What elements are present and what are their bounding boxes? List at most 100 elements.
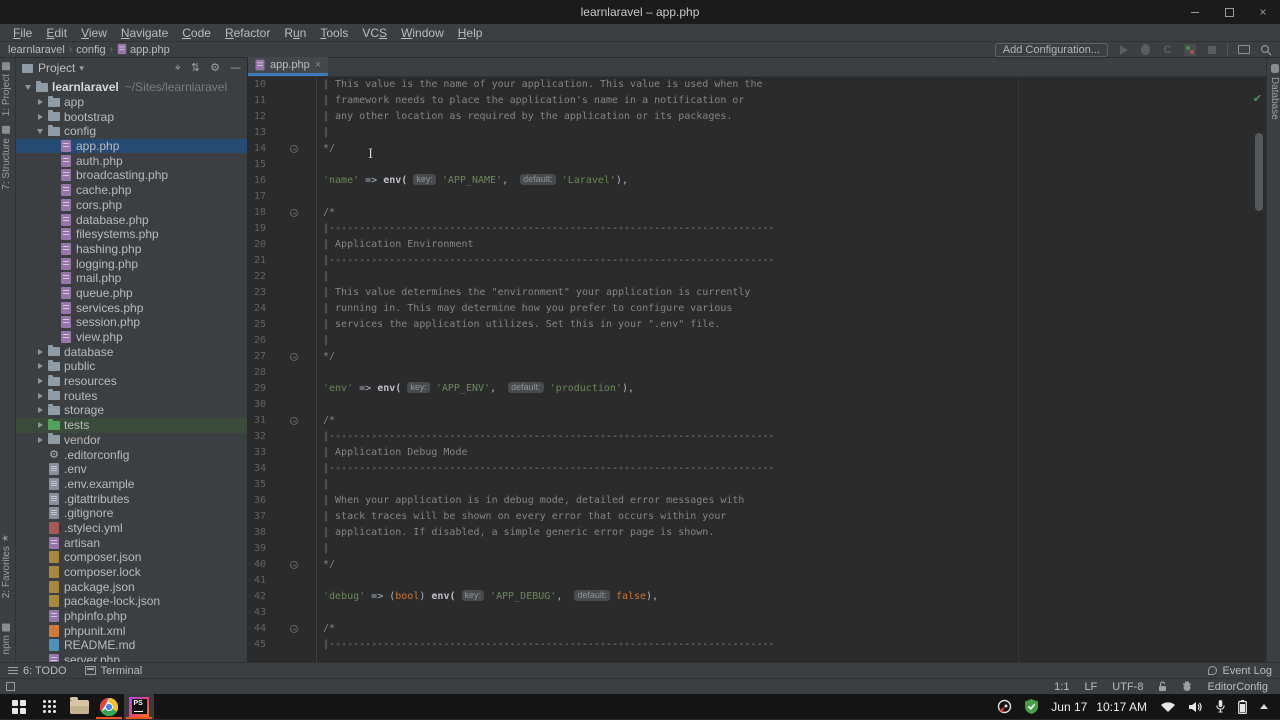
- fold-marker-icon[interactable]: [290, 560, 298, 569]
- tab-app-php[interactable]: app.php ×: [248, 57, 329, 76]
- fold-marker-icon[interactable]: [290, 352, 298, 361]
- debug-icon[interactable]: [1139, 43, 1152, 56]
- event-log-button[interactable]: Event Log: [1208, 665, 1272, 677]
- chevron-down-icon[interactable]: [22, 84, 34, 90]
- stop-icon[interactable]: [1205, 43, 1218, 56]
- menu-tools[interactable]: Tools: [313, 26, 355, 40]
- recorder-tray-icon[interactable]: [997, 699, 1012, 714]
- tree-item-database-php[interactable]: database.php: [16, 212, 247, 227]
- breadcrumb-item[interactable]: learnlaravel: [8, 44, 65, 56]
- chevron-right-icon[interactable]: [34, 407, 46, 414]
- terminal-window-icon[interactable]: [1237, 43, 1250, 56]
- wifi-icon[interactable]: [1160, 701, 1176, 713]
- chrome-button[interactable]: [94, 694, 124, 719]
- hide-panel-icon[interactable]: —: [230, 61, 241, 75]
- tab-todo[interactable]: 6: TODO: [8, 665, 67, 677]
- chevron-down-icon[interactable]: [34, 128, 46, 134]
- minimize-button[interactable]: [1188, 5, 1202, 19]
- inspections-profile-icon[interactable]: [1182, 681, 1192, 692]
- chevron-right-icon[interactable]: [34, 113, 46, 120]
- chevron-right-icon[interactable]: [34, 348, 46, 355]
- tree-item--editorconfig[interactable]: ⚙ .editorconfig: [16, 447, 247, 462]
- tree-item-app-php[interactable]: app.php: [16, 138, 247, 154]
- inspections-ok-icon[interactable]: ✔: [1253, 92, 1262, 105]
- search-everywhere-icon[interactable]: [1259, 43, 1272, 56]
- editorconfig-status[interactable]: EditorConfig: [1207, 681, 1268, 693]
- stripe-tab--favorites[interactable]: 2: Favorites ★: [1, 532, 12, 598]
- clock[interactable]: Jun 17 10:17 AM: [1051, 700, 1147, 714]
- tree-item-storage[interactable]: storage: [16, 403, 247, 418]
- tree-item-config[interactable]: config: [16, 124, 247, 139]
- menu-file[interactable]: File: [6, 26, 39, 40]
- tree-item-logging-php[interactable]: logging.php: [16, 256, 247, 271]
- tree-item-session-php[interactable]: session.php: [16, 315, 247, 330]
- unlock-icon[interactable]: [1158, 681, 1167, 692]
- gear-icon[interactable]: ⚙: [210, 61, 220, 75]
- tree-item-database[interactable]: database: [16, 344, 247, 359]
- breadcrumb-item[interactable]: config: [76, 44, 105, 56]
- tree-item--gitignore[interactable]: .gitignore: [16, 506, 247, 521]
- editor-scrollbar[interactable]: [1255, 133, 1263, 211]
- restore-button[interactable]: [1222, 5, 1236, 19]
- locate-file-icon[interactable]: ⌖: [175, 61, 181, 75]
- tree-item-app[interactable]: app: [16, 95, 247, 110]
- menu-window[interactable]: Window: [394, 26, 451, 40]
- tree-item-cache-php[interactable]: cache.php: [16, 183, 247, 198]
- tree-item-mail-php[interactable]: mail.php: [16, 271, 247, 286]
- tree-item-routes[interactable]: routes: [16, 388, 247, 403]
- tree-item-package-json[interactable]: package.json: [16, 579, 247, 594]
- tray-expand-icon[interactable]: [1260, 704, 1268, 709]
- chevron-right-icon[interactable]: [34, 378, 46, 385]
- tree-item-package-lock-json[interactable]: package-lock.json: [16, 594, 247, 609]
- collapse-all-icon[interactable]: ⇅: [191, 61, 200, 75]
- stripe-tab--project[interactable]: 1: Project: [1, 62, 12, 116]
- menu-help[interactable]: Help: [451, 26, 490, 40]
- shield-tray-icon[interactable]: [1025, 699, 1039, 714]
- menu-navigate[interactable]: Navigate: [114, 26, 175, 40]
- tree-item-learnlaravel[interactable]: learnlaravel ~/Sites/learnlaravel: [16, 80, 247, 95]
- tree-item-broadcasting-php[interactable]: broadcasting.php: [16, 168, 247, 183]
- close-button[interactable]: ×: [1256, 5, 1270, 19]
- microphone-icon[interactable]: [1216, 700, 1225, 713]
- tool-window-switcher-icon[interactable]: [6, 682, 15, 691]
- tree-item-services-php[interactable]: services.php: [16, 300, 247, 315]
- tree-item-composer-json[interactable]: composer.json: [16, 550, 247, 565]
- tree-item--env[interactable]: .env: [16, 462, 247, 477]
- add-configuration-button[interactable]: Add Configuration...: [994, 42, 1108, 57]
- battery-icon[interactable]: [1238, 699, 1247, 714]
- tree-item-vendor[interactable]: vendor: [16, 433, 247, 448]
- volume-icon[interactable]: [1189, 701, 1203, 713]
- code-editor[interactable]: 10 | This value is the name of your appli…: [248, 77, 1266, 662]
- chevron-down-icon[interactable]: ▾: [79, 63, 84, 74]
- tree-item-composer-lock[interactable]: composer.lock: [16, 565, 247, 580]
- tree-item-artisan[interactable]: artisan: [16, 535, 247, 550]
- chevron-right-icon[interactable]: [34, 392, 46, 399]
- tree-item-resources[interactable]: resources: [16, 374, 247, 389]
- menu-run[interactable]: Run: [277, 26, 313, 40]
- chevron-right-icon[interactable]: [34, 363, 46, 370]
- breadcrumb-item[interactable]: app.php: [117, 43, 170, 56]
- caret-position[interactable]: 1:1: [1054, 681, 1069, 693]
- fold-marker-icon[interactable]: [290, 144, 298, 153]
- stripe-tab--structure[interactable]: 7: Structure: [1, 126, 12, 190]
- menu-code[interactable]: Code: [175, 26, 218, 40]
- tree-item-server-php[interactable]: server.php: [16, 653, 247, 662]
- tree-item-view-php[interactable]: view.php: [16, 330, 247, 345]
- tree-item--styleci-yml[interactable]: .styleci.yml: [16, 521, 247, 536]
- encoding[interactable]: UTF-8: [1112, 681, 1143, 693]
- tree-item-bootstrap[interactable]: bootstrap: [16, 109, 247, 124]
- tree-item-phpunit-xml[interactable]: phpunit.xml: [16, 623, 247, 638]
- fold-marker-icon[interactable]: [290, 416, 298, 425]
- start-button[interactable]: [4, 694, 34, 719]
- tree-item-filesystems-php[interactable]: filesystems.php: [16, 227, 247, 242]
- tree-item-cors-php[interactable]: cors.php: [16, 198, 247, 213]
- menu-refactor[interactable]: Refactor: [218, 26, 277, 40]
- tree-item-readme-md[interactable]: README.md: [16, 638, 247, 653]
- file-explorer-button[interactable]: [64, 694, 94, 719]
- chevron-right-icon[interactable]: [34, 422, 46, 429]
- close-tab-icon[interactable]: ×: [315, 59, 321, 71]
- tree-item--env-example[interactable]: .env.example: [16, 477, 247, 492]
- menu-view[interactable]: View: [74, 26, 114, 40]
- fold-marker-icon[interactable]: [290, 208, 298, 217]
- tree-item-tests[interactable]: tests: [16, 417, 247, 433]
